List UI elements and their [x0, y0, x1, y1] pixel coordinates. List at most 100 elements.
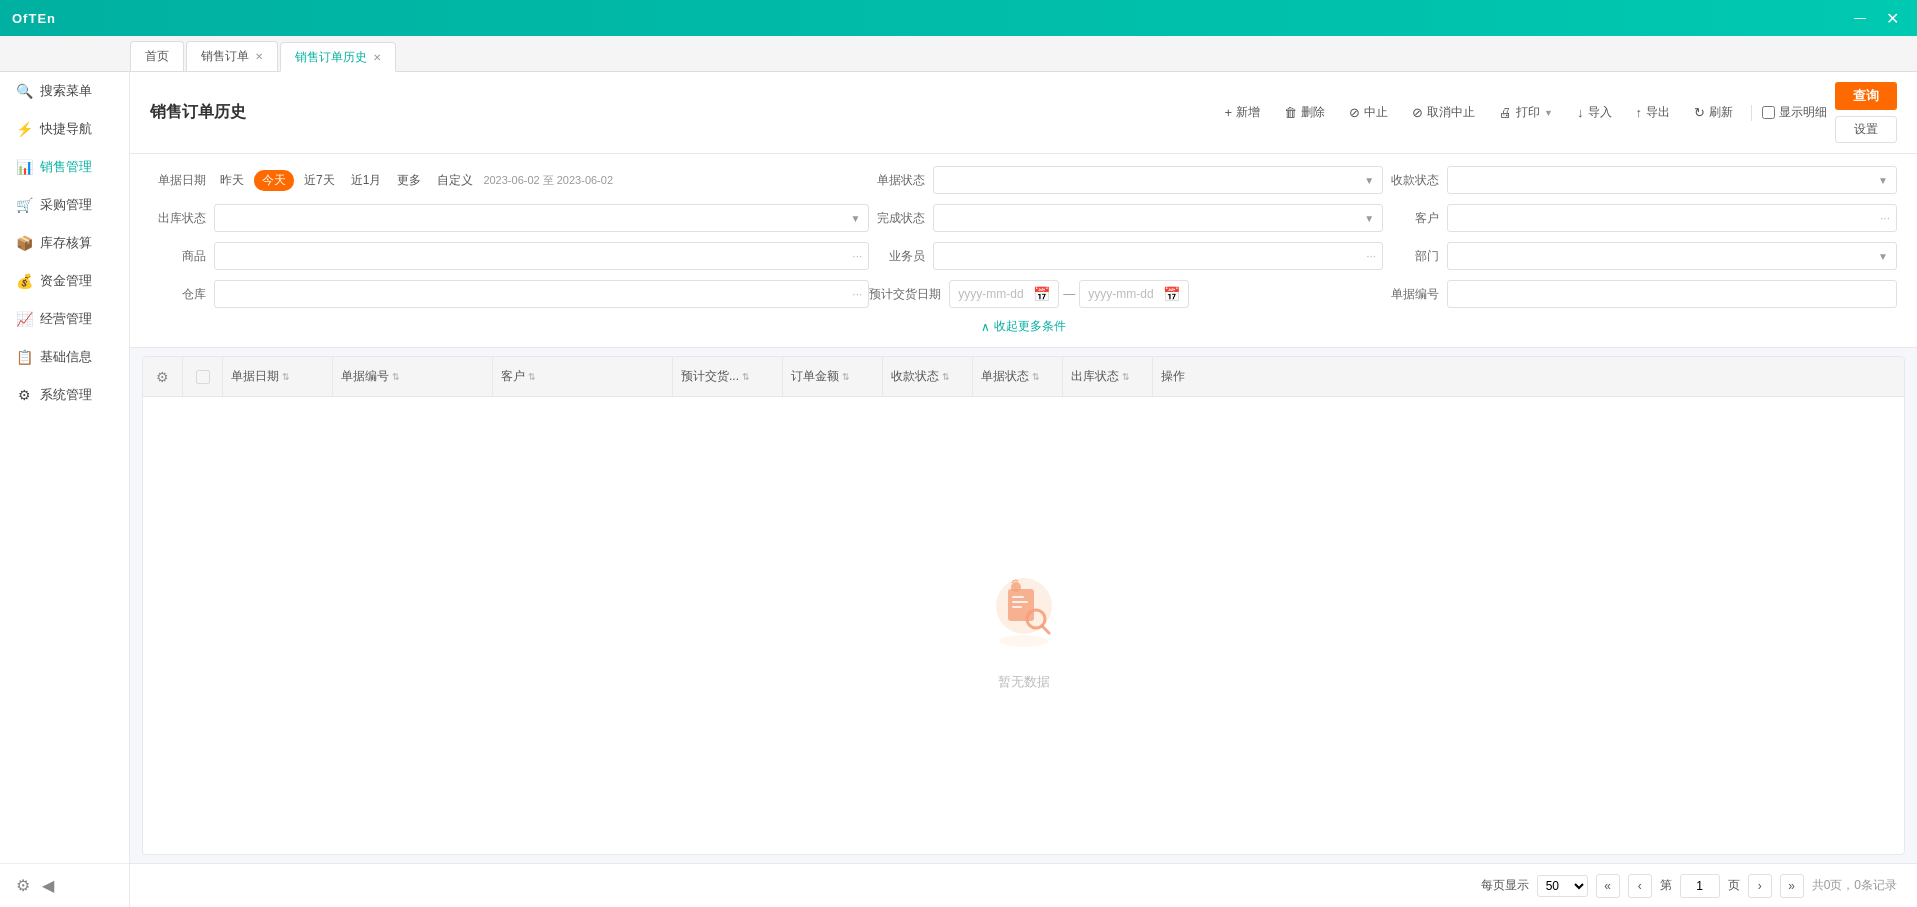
sidebar-item-sys-mgmt[interactable]: ⚙ 系统管理	[0, 376, 129, 414]
show-detail-checkbox[interactable]	[1762, 106, 1775, 119]
th-customer[interactable]: 客户 ⇅	[493, 357, 673, 396]
date-1month-btn[interactable]: 近1月	[345, 170, 388, 191]
product-label: 商品	[150, 248, 206, 265]
next-page-btn[interactable]: ›	[1748, 874, 1772, 898]
tab-home[interactable]: 首页	[130, 41, 184, 71]
first-page-btn[interactable]: «	[1596, 874, 1620, 898]
customer-input[interactable]: ···	[1447, 204, 1897, 232]
th-amount[interactable]: 订单金额 ⇅	[783, 357, 883, 396]
th-date[interactable]: 单据日期 ⇅	[223, 357, 333, 396]
warehouse-dots[interactable]: ···	[852, 287, 862, 301]
sidebar-item-search-menu[interactable]: 🔍 搜索菜单	[0, 72, 129, 110]
salesperson-dots[interactable]: ···	[1366, 249, 1376, 263]
sidebar-item-quick-nav[interactable]: ⚡ 快捷导航	[0, 110, 129, 148]
date-yesterday-btn[interactable]: 昨天	[214, 170, 250, 191]
brand-name: OfTEn	[12, 11, 56, 26]
last-page-btn[interactable]: »	[1780, 874, 1804, 898]
header-actions: + 新增 🗑 删除 ⊘ 中止 ⊘ 取消中止 🖨 打印	[1216, 82, 1897, 143]
cancel-stop-btn[interactable]: ⊘ 取消中止	[1404, 100, 1483, 125]
sidebar-item-sales-mgmt[interactable]: 📊 销售管理	[0, 148, 129, 186]
th-checkbox[interactable]	[183, 357, 223, 396]
print-btn[interactable]: 🖨 打印 ▼	[1491, 100, 1561, 125]
th-date-sort[interactable]: ⇅	[282, 372, 290, 382]
th-amount-label: 订单金额	[791, 368, 839, 385]
print-dropdown-icon[interactable]: ▼	[1544, 108, 1553, 118]
import-btn[interactable]: ↓ 导入	[1569, 100, 1620, 125]
product-input[interactable]: ···	[214, 242, 869, 270]
sidebar-bottom: ⚙ ◀	[0, 863, 129, 907]
order-no-input[interactable]	[1447, 280, 1897, 308]
sidebar-item-sales-mgmt-label: 销售管理	[40, 158, 92, 176]
sidebar-settings-icon[interactable]: ⚙	[16, 876, 30, 895]
date-custom-btn[interactable]: 自定义	[431, 170, 479, 191]
sidebar-item-inventory[interactable]: 📦 库存核算	[0, 224, 129, 262]
delete-btn[interactable]: 🗑 删除	[1276, 100, 1333, 125]
th-warehouse-status[interactable]: 出库状态 ⇅	[1063, 357, 1153, 396]
cal-to-icon[interactable]: 📅	[1163, 286, 1180, 302]
date-today-btn[interactable]: 今天	[254, 170, 294, 191]
complete-select[interactable]: ▼	[933, 204, 1383, 232]
th-warehouse-status-sort[interactable]: ⇅	[1122, 372, 1130, 382]
th-receipt-sort[interactable]: ⇅	[942, 372, 950, 382]
receipt-select[interactable]: ▼	[1447, 166, 1897, 194]
th-customer-sort[interactable]: ⇅	[528, 372, 536, 382]
warehouse-input[interactable]: ···	[214, 280, 869, 308]
select-all-checkbox[interactable]	[196, 370, 210, 384]
customer-dots[interactable]: ···	[1880, 211, 1890, 225]
th-order-sort[interactable]: ⇅	[392, 372, 400, 382]
page-number-input[interactable]	[1680, 874, 1720, 898]
svg-point-8	[1011, 582, 1021, 592]
delivery-date-to[interactable]: yyyy-mm-dd 📅	[1079, 280, 1189, 308]
department-control: ▼	[1447, 242, 1897, 270]
tab-sales-order-close[interactable]: ✕	[255, 51, 263, 62]
date-7days-btn[interactable]: 近7天	[298, 170, 341, 191]
th-amount-sort[interactable]: ⇅	[842, 372, 850, 382]
th-doc-status[interactable]: 单据状态 ⇅	[973, 357, 1063, 396]
tab-sales-order-history-close[interactable]: ✕	[373, 52, 381, 63]
department-select[interactable]: ▼	[1447, 242, 1897, 270]
close-window-btn[interactable]: ✕	[1880, 9, 1905, 28]
th-order[interactable]: 单据编号 ⇅	[333, 357, 493, 396]
th-receipt-status[interactable]: 收款状态 ⇅	[883, 357, 973, 396]
tab-sales-order[interactable]: 销售订单 ✕	[186, 41, 278, 71]
sidebar-item-finance[interactable]: 💰 资金管理	[0, 262, 129, 300]
status-select[interactable]: ▼	[933, 166, 1383, 194]
settings-btn[interactable]: 设置	[1835, 116, 1897, 143]
minimize-btn[interactable]: —	[1848, 9, 1872, 27]
new-btn[interactable]: + 新增	[1216, 100, 1268, 125]
sidebar-item-purchase-mgmt[interactable]: 🛒 采购管理	[0, 186, 129, 224]
filter-department: 部门 ▼	[1383, 242, 1897, 270]
cal-from-icon[interactable]: 📅	[1033, 286, 1050, 302]
filter-order-no: 单据编号	[1383, 280, 1897, 308]
sidebar-item-quick-nav-label: 快捷导航	[40, 120, 92, 138]
th-settings[interactable]: ⚙	[143, 357, 183, 396]
query-btn[interactable]: 查询	[1835, 82, 1897, 110]
filter-row-2: 出库状态 ▼ 完成状态 ▼	[150, 204, 1897, 232]
delivery-date-from[interactable]: yyyy-mm-dd 📅	[949, 280, 1059, 308]
export-btn[interactable]: ↑ 导出	[1628, 100, 1679, 125]
th-delivery[interactable]: 预计交货... ⇅	[673, 357, 783, 396]
stop-btn[interactable]: ⊘ 中止	[1341, 100, 1396, 125]
query-settings-group: 查询 设置	[1835, 82, 1897, 143]
column-settings-icon[interactable]: ⚙	[156, 369, 169, 385]
th-delivery-sort[interactable]: ⇅	[742, 372, 750, 382]
tab-sales-order-history[interactable]: 销售订单历史 ✕	[280, 42, 396, 72]
department-arrow: ▼	[1878, 251, 1888, 262]
th-doc-status-sort[interactable]: ⇅	[1032, 372, 1040, 382]
collapse-row[interactable]: ∧ 收起更多条件	[150, 318, 1897, 335]
warehouse-status-select[interactable]: ▼	[214, 204, 869, 232]
page-size-select[interactable]: 10 20 50 100	[1537, 875, 1588, 897]
date-more-btn[interactable]: 更多	[391, 170, 427, 191]
product-dots[interactable]: ···	[852, 249, 862, 263]
prev-page-btn[interactable]: ‹	[1628, 874, 1652, 898]
sidebar-item-operations[interactable]: 📈 经营管理	[0, 300, 129, 338]
sidebar-collapse-icon[interactable]: ◀	[42, 876, 54, 895]
stop-icon: ⊘	[1349, 105, 1360, 120]
filter-date: 单据日期 昨天 今天 近7天 近1月 更多 自定义 2023-06-02 至 2…	[150, 170, 869, 191]
sidebar-item-basic-info[interactable]: 📋 基础信息	[0, 338, 129, 376]
table-area: ⚙ 单据日期 ⇅ 单据编号 ⇅ 客户 ⇅ 预计交货...	[142, 356, 1905, 855]
salesperson-input[interactable]: ···	[933, 242, 1383, 270]
warehouse-label: 仓库	[150, 286, 206, 303]
refresh-btn[interactable]: ↻ 刷新	[1686, 100, 1741, 125]
filter-delivery-date: 预计交货日期 yyyy-mm-dd 📅 — yyyy-mm-dd 📅	[869, 280, 1383, 308]
